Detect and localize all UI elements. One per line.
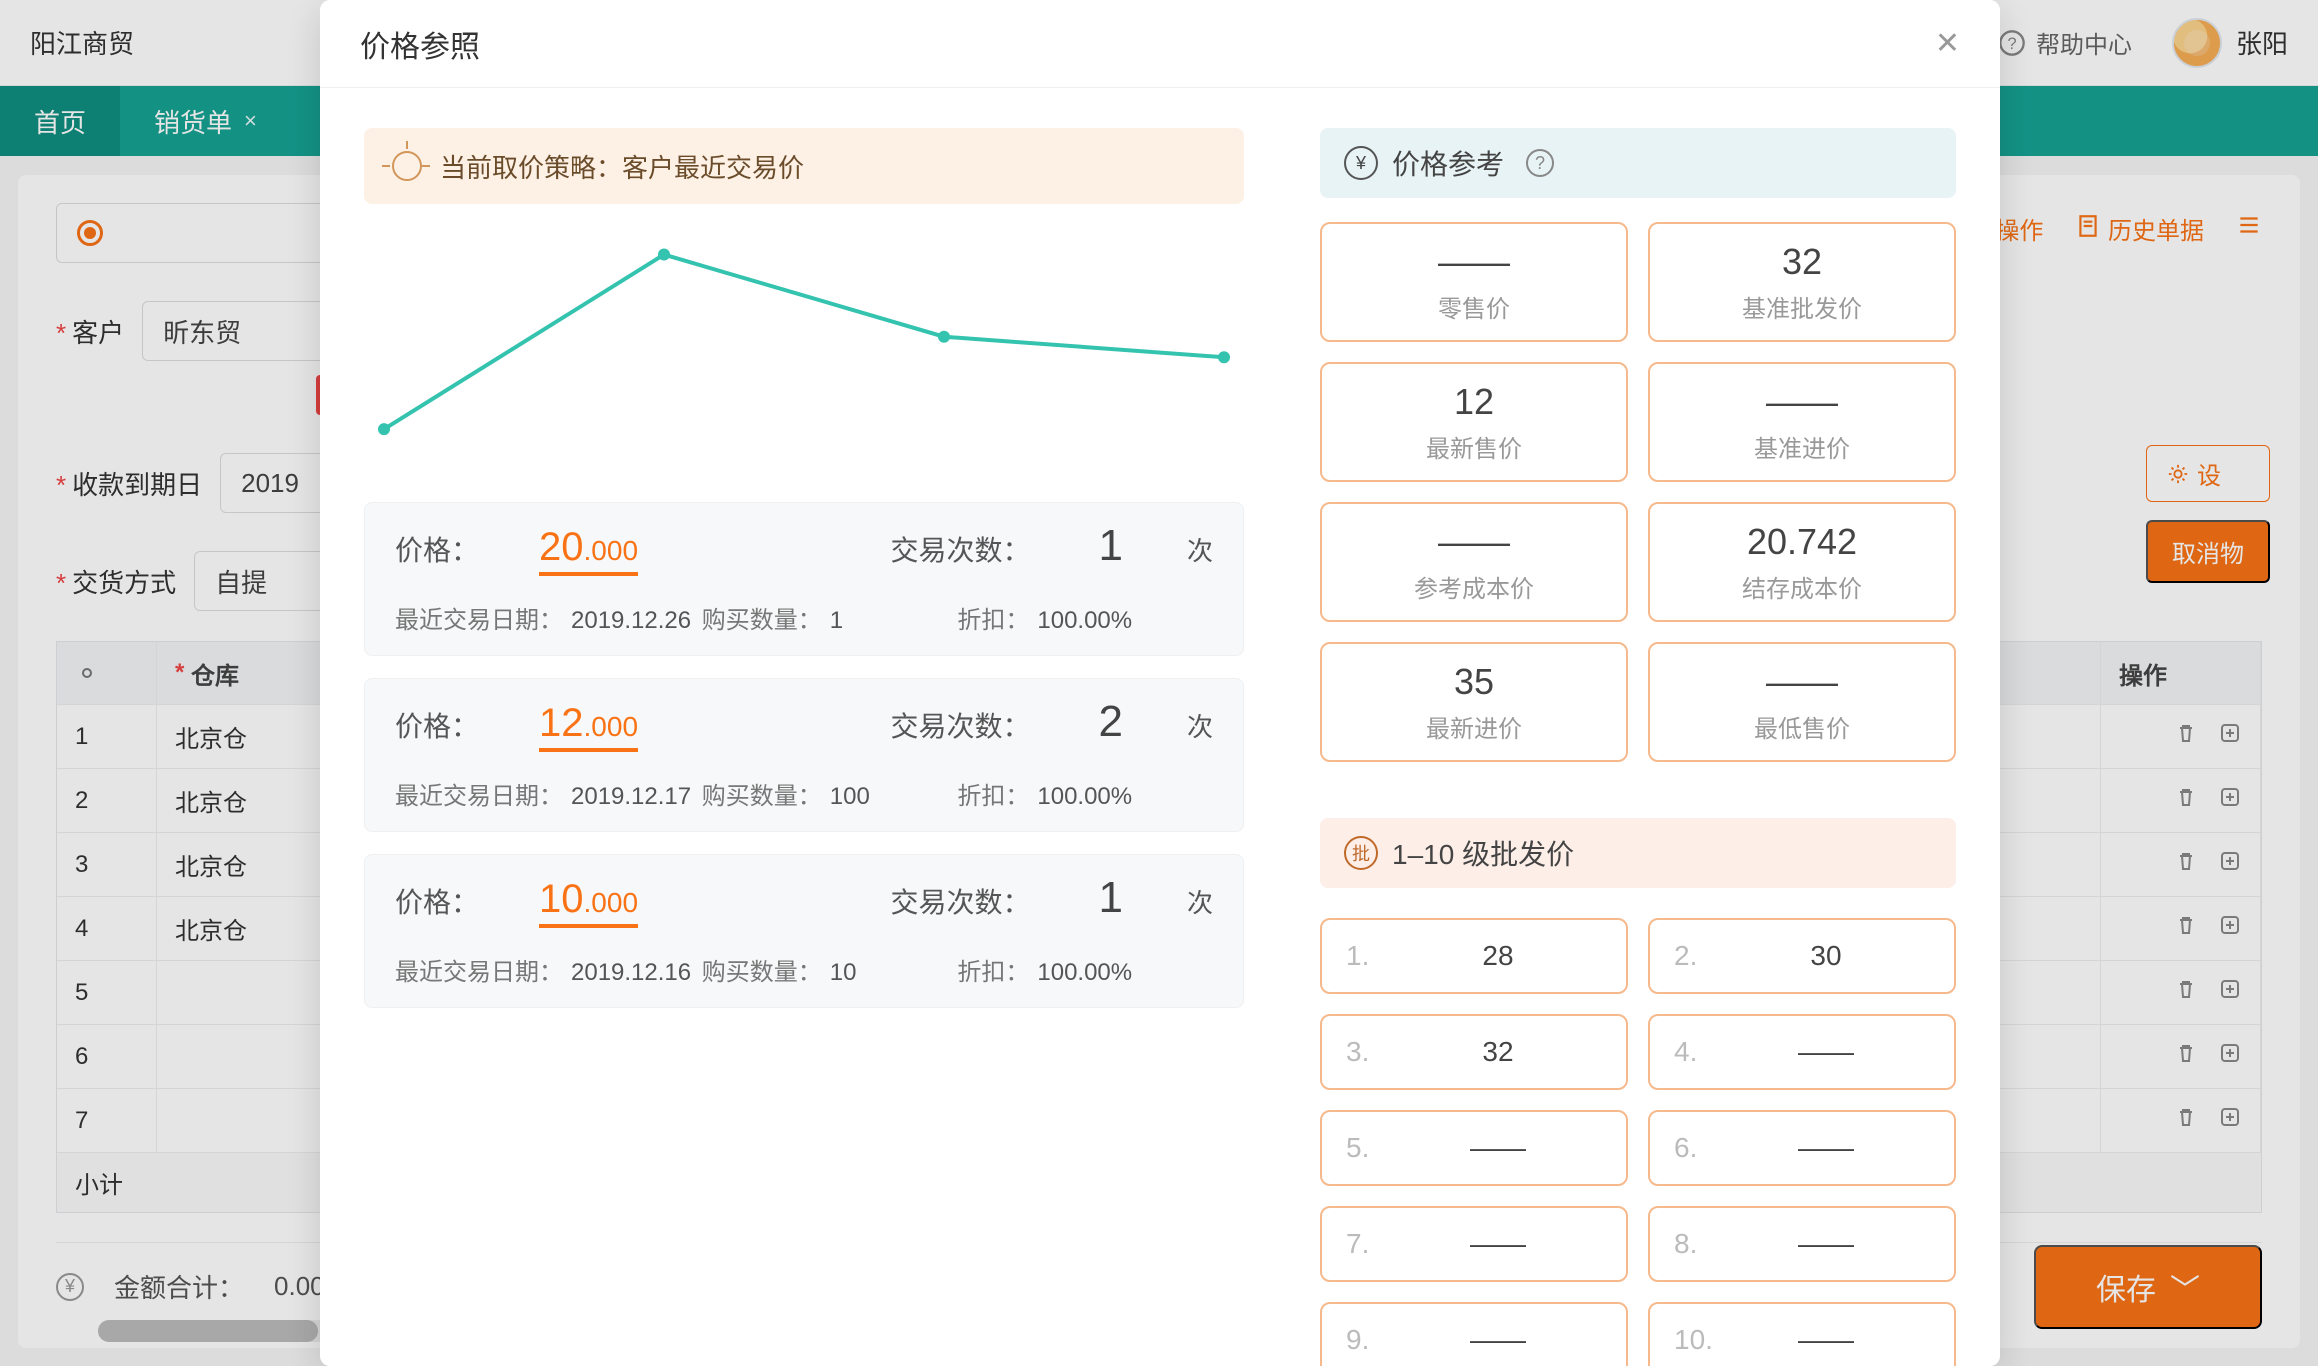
buy-qty: 购买数量：1	[702, 600, 958, 635]
wholesale-tier[interactable]: 9.——	[1320, 1302, 1628, 1366]
price-ref-value: 20.742	[1747, 521, 1857, 563]
price-ref-card[interactable]: —— 最低售价	[1648, 642, 1956, 762]
buy-qty: 购买数量：10	[702, 952, 958, 987]
discount: 折扣：100.00%	[957, 952, 1213, 987]
tier-index: 6.	[1674, 1132, 1722, 1164]
wholesale-tier[interactable]: 7.——	[1320, 1206, 1628, 1282]
buy-qty: 购买数量：100	[702, 776, 958, 811]
price-ref-card[interactable]: —— 参考成本价	[1320, 502, 1628, 622]
close-icon[interactable]: ✕	[1935, 26, 1960, 61]
price-ref-label: 参考成本价	[1414, 569, 1534, 604]
price-ref-label: 基准批发价	[1742, 289, 1862, 324]
tier-value: ——	[1722, 1132, 1930, 1164]
tier-index: 7.	[1346, 1228, 1394, 1260]
wholesale-tier[interactable]: 5.——	[1320, 1110, 1628, 1186]
tier-index: 3.	[1346, 1036, 1394, 1068]
price-value: 10.000	[539, 877, 638, 928]
tier-index: 8.	[1674, 1228, 1722, 1260]
wholesale-tier[interactable]: 10.——	[1648, 1302, 1956, 1366]
tier-value: ——	[1394, 1324, 1602, 1356]
price-label: 价格：	[395, 529, 479, 569]
price-label: 价格：	[395, 881, 479, 921]
price-ref-value: ——	[1438, 521, 1510, 563]
price-ref-card[interactable]: —— 基准进价	[1648, 362, 1956, 482]
discount: 折扣：100.00%	[957, 600, 1213, 635]
tier-index: 5.	[1346, 1132, 1394, 1164]
tier-value: 32	[1394, 1036, 1602, 1068]
modal-left-column: 当前取价策略：客户最近交易价 价格：20.000交易次数：1次最近交易日期：20…	[364, 128, 1244, 1008]
tier-index: 10.	[1674, 1324, 1722, 1356]
tier-index: 9.	[1346, 1324, 1394, 1356]
wholesale-icon: 批	[1344, 836, 1378, 870]
wholesale-tier[interactable]: 3.32	[1320, 1014, 1628, 1090]
currency-icon: ¥	[1344, 146, 1378, 180]
price-trend-chart	[364, 214, 1244, 480]
times-value: 2	[1099, 697, 1123, 747]
times-label: 交易次数：	[890, 881, 1030, 921]
price-ref-value: ——	[1766, 661, 1838, 703]
times-label: 交易次数：	[890, 529, 1030, 569]
price-ref-label: 最新售价	[1426, 429, 1522, 464]
price-label: 价格：	[395, 705, 479, 745]
tier-value: ——	[1722, 1228, 1930, 1260]
times-value: 1	[1099, 873, 1123, 923]
help-icon[interactable]: ?	[1526, 149, 1554, 177]
wholesale-tier[interactable]: 8.——	[1648, 1206, 1956, 1282]
last-date: 最近交易日期：2019.12.26	[395, 600, 702, 635]
last-date: 最近交易日期：2019.12.17	[395, 776, 702, 811]
price-ref-value: 12	[1454, 381, 1494, 423]
tier-value: 28	[1394, 940, 1602, 972]
pricing-strategy-banner: 当前取价策略：客户最近交易价	[364, 128, 1244, 204]
lightbulb-icon	[392, 151, 422, 181]
price-ref-label: 基准进价	[1754, 429, 1850, 464]
price-ref-card[interactable]: 12 最新售价	[1320, 362, 1628, 482]
tier-value: ——	[1722, 1324, 1930, 1356]
price-ref-value: ——	[1438, 241, 1510, 283]
last-date: 最近交易日期：2019.12.16	[395, 952, 702, 987]
price-ref-card[interactable]: 35 最新进价	[1320, 642, 1628, 762]
price-value: 20.000	[539, 525, 638, 576]
price-ref-card[interactable]: 32 基准批发价	[1648, 222, 1956, 342]
price-ref-value: 35	[1454, 661, 1494, 703]
price-ref-label: 零售价	[1438, 289, 1510, 324]
price-ref-value: 32	[1782, 241, 1822, 283]
price-ref-label: 结存成本价	[1742, 569, 1862, 604]
wholesale-tier[interactable]: 2.30	[1648, 918, 1956, 994]
price-ref-card[interactable]: —— 零售价	[1320, 222, 1628, 342]
tier-value: ——	[1394, 1132, 1602, 1164]
tier-index: 1.	[1346, 940, 1394, 972]
price-ref-label: 最新进价	[1426, 709, 1522, 744]
tier-value: ——	[1722, 1036, 1930, 1068]
transaction-card[interactable]: 价格：10.000交易次数：1次最近交易日期：2019.12.16购买数量：10…	[364, 854, 1244, 1008]
times-label: 交易次数：	[890, 705, 1030, 745]
transaction-card[interactable]: 价格：12.000交易次数：2次最近交易日期：2019.12.17购买数量：10…	[364, 678, 1244, 832]
price-value: 12.000	[539, 701, 638, 752]
tier-index: 4.	[1674, 1036, 1722, 1068]
price-reference-modal: 价格参照 ✕ 当前取价策略：客户最近交易价 价格：20.000交易次数：1次最近…	[320, 0, 2000, 1366]
transaction-card[interactable]: 价格：20.000交易次数：1次最近交易日期：2019.12.26购买数量：1折…	[364, 502, 1244, 656]
modal-right-column: ¥ 价格参考 ? —— 零售价 32 基准批发价 12 最新售价 —— 基准进价 —— 参考成本价…	[1320, 128, 1956, 1366]
wholesale-tier[interactable]: 1.28	[1320, 918, 1628, 994]
wholesale-tier[interactable]: 6.——	[1648, 1110, 1956, 1186]
times-value: 1	[1099, 521, 1123, 571]
price-ref-value: ——	[1766, 381, 1838, 423]
tier-value: ——	[1394, 1228, 1602, 1260]
price-ref-label: 最低售价	[1754, 709, 1850, 744]
price-reference-header: ¥ 价格参考 ?	[1320, 128, 1956, 198]
wholesale-header: 批 1–10 级批发价	[1320, 818, 1956, 888]
modal-title: 价格参照	[360, 22, 480, 66]
price-ref-card[interactable]: 20.742 结存成本价	[1648, 502, 1956, 622]
discount: 折扣：100.00%	[957, 776, 1213, 811]
tier-index: 2.	[1674, 940, 1722, 972]
tier-value: 30	[1722, 940, 1930, 972]
wholesale-tier[interactable]: 4.——	[1648, 1014, 1956, 1090]
